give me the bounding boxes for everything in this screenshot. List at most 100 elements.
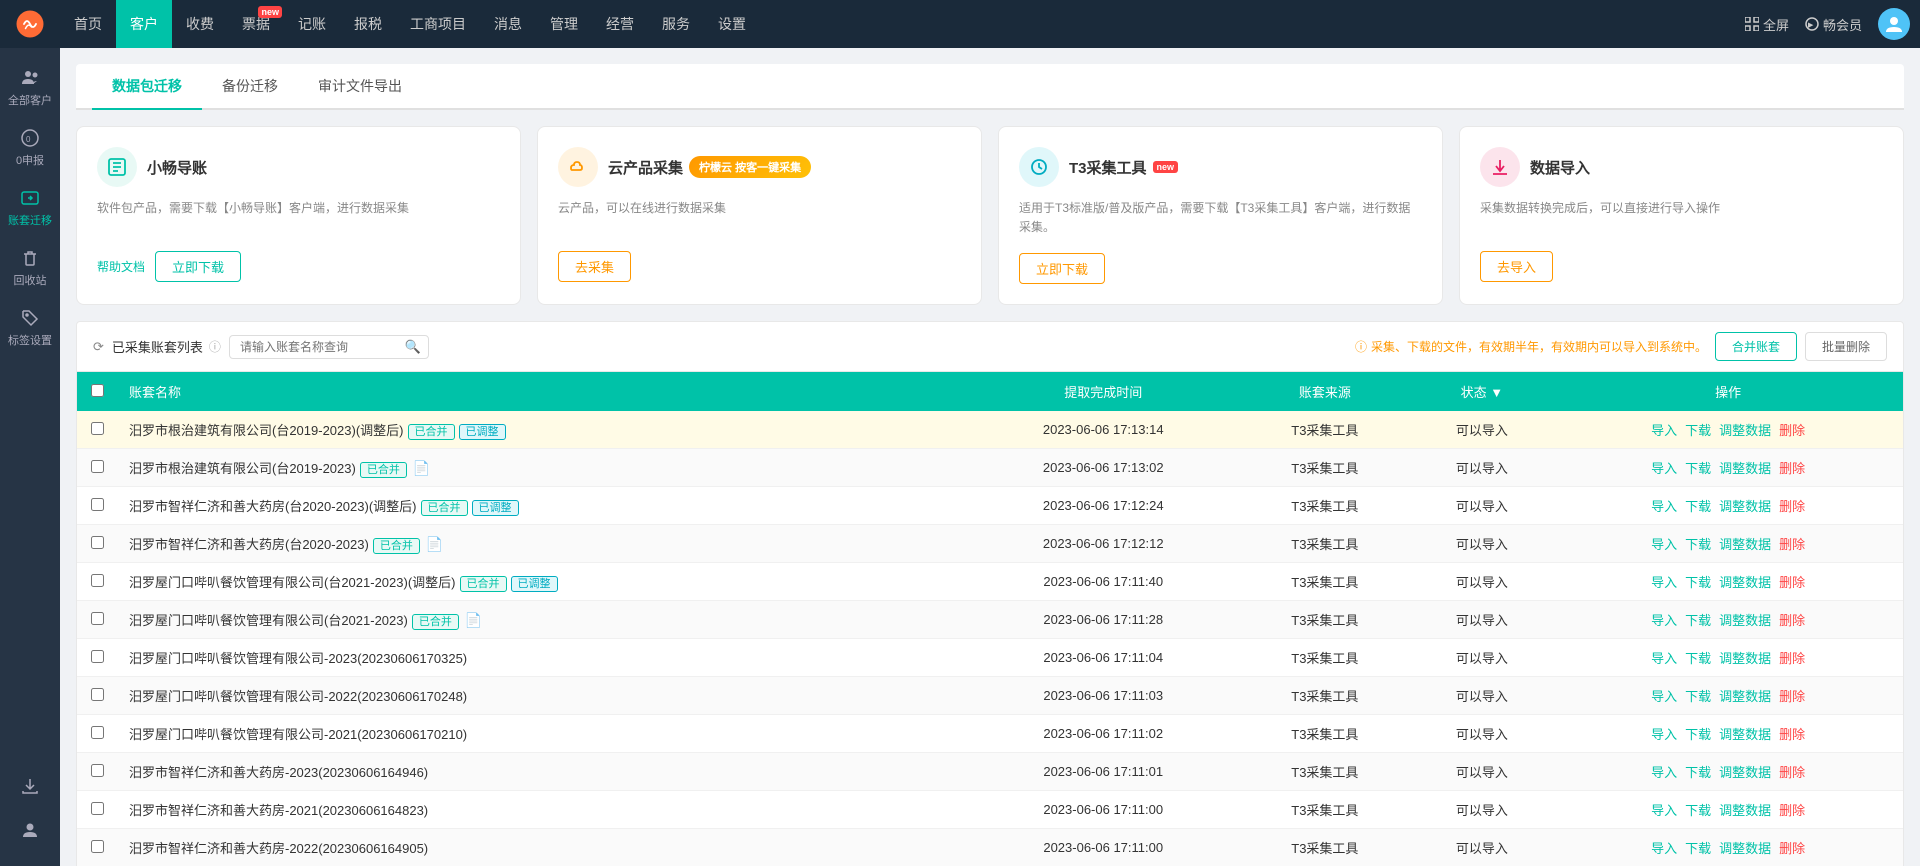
nav-home[interactable]: 首页 — [60, 0, 116, 48]
action-download[interactable]: 下载 — [1685, 651, 1711, 666]
nav-message[interactable]: 消息 — [480, 0, 536, 48]
action-adjust[interactable]: 调整数据 — [1719, 423, 1771, 438]
action-import[interactable]: 导入 — [1651, 461, 1677, 476]
action-adjust[interactable]: 调整数据 — [1719, 689, 1771, 704]
action-import[interactable]: 导入 — [1651, 537, 1677, 552]
action-download[interactable]: 下载 — [1685, 765, 1711, 780]
row-checkbox[interactable] — [91, 650, 104, 663]
btn-collect-cloud[interactable]: 去采集 — [558, 251, 631, 282]
row-checkbox[interactable] — [91, 764, 104, 777]
action-download[interactable]: 下载 — [1685, 575, 1711, 590]
action-adjust[interactable]: 调整数据 — [1719, 537, 1771, 552]
row-checkbox[interactable] — [91, 802, 104, 815]
row-checkbox[interactable] — [91, 574, 104, 587]
btn-merge-accounts[interactable]: 合并账套 — [1715, 332, 1797, 361]
tab-backup-migration[interactable]: 备份迁移 — [202, 64, 298, 110]
action-adjust[interactable]: 调整数据 — [1719, 727, 1771, 742]
nav-settings[interactable]: 设置 — [704, 0, 760, 48]
action-import[interactable]: 导入 — [1651, 803, 1677, 818]
help-icon[interactable]: ⓘ — [209, 338, 221, 355]
row-checkbox[interactable] — [91, 688, 104, 701]
action-delete[interactable]: 删除 — [1779, 499, 1805, 514]
action-adjust[interactable]: 调整数据 — [1719, 803, 1771, 818]
action-delete[interactable]: 删除 — [1779, 841, 1805, 856]
search-icon[interactable]: 🔍 — [405, 339, 421, 355]
row-checkbox[interactable] — [91, 460, 104, 473]
select-all-checkbox[interactable] — [91, 384, 104, 397]
action-delete[interactable]: 删除 — [1779, 727, 1805, 742]
sidebar-item-zero-report[interactable]: 0 0申报 — [0, 118, 60, 178]
action-import[interactable]: 导入 — [1651, 651, 1677, 666]
member-btn[interactable]: ▶ 畅会员 — [1805, 15, 1862, 34]
action-import[interactable]: 导入 — [1651, 613, 1677, 628]
row-checkbox[interactable] — [91, 536, 104, 549]
action-download[interactable]: 下载 — [1685, 423, 1711, 438]
sidebar-item-all-customers[interactable]: 全部客户 — [0, 58, 60, 118]
nav-manage[interactable]: 管理 — [536, 0, 592, 48]
action-download[interactable]: 下载 — [1685, 613, 1711, 628]
action-delete[interactable]: 删除 — [1779, 613, 1805, 628]
logo[interactable] — [10, 4, 50, 44]
nav-tax[interactable]: 报税 — [340, 0, 396, 48]
row-checkbox[interactable] — [91, 422, 104, 435]
action-delete[interactable]: 删除 — [1779, 689, 1805, 704]
user-avatar[interactable] — [1878, 8, 1910, 40]
fullscreen-btn[interactable]: 全屏 — [1745, 15, 1789, 34]
action-delete[interactable]: 删除 — [1779, 651, 1805, 666]
action-import[interactable]: 导入 — [1651, 765, 1677, 780]
nav-service[interactable]: 服务 — [648, 0, 704, 48]
action-adjust[interactable]: 调整数据 — [1719, 841, 1771, 856]
sidebar-item-account-migration[interactable]: 账套迁移 — [0, 178, 60, 238]
action-download[interactable]: 下载 — [1685, 537, 1711, 552]
action-delete[interactable]: 删除 — [1779, 537, 1805, 552]
nav-business[interactable]: 工商项目 — [396, 0, 480, 48]
sidebar-item-download[interactable] — [20, 766, 40, 806]
tab-audit-export[interactable]: 审计文件导出 — [298, 64, 422, 110]
nav-customer[interactable]: 客户 — [116, 0, 172, 48]
table-row-source: T3采集工具 — [1239, 753, 1410, 791]
action-download[interactable]: 下载 — [1685, 803, 1711, 818]
action-adjust[interactable]: 调整数据 — [1719, 765, 1771, 780]
action-import[interactable]: 导入 — [1651, 575, 1677, 590]
action-adjust[interactable]: 调整数据 — [1719, 651, 1771, 666]
action-download[interactable]: 下载 — [1685, 461, 1711, 476]
row-checkbox[interactable] — [91, 498, 104, 511]
row-checkbox[interactable] — [91, 726, 104, 739]
nav-fee[interactable]: 收费 — [172, 0, 228, 48]
btn-download-xiaochangdaozhang[interactable]: 立即下载 — [155, 251, 241, 282]
action-import[interactable]: 导入 — [1651, 423, 1677, 438]
sidebar-item-recycle-bin[interactable]: 回收站 — [0, 238, 60, 298]
action-adjust[interactable]: 调整数据 — [1719, 461, 1771, 476]
sidebar-item-user-settings[interactable] — [20, 810, 40, 850]
action-delete[interactable]: 删除 — [1779, 575, 1805, 590]
action-adjust[interactable]: 调整数据 — [1719, 613, 1771, 628]
action-delete[interactable]: 删除 — [1779, 461, 1805, 476]
action-download[interactable]: 下载 — [1685, 499, 1711, 514]
search-input[interactable] — [229, 335, 429, 359]
refresh-icon[interactable]: ⟳ — [93, 339, 104, 355]
nav-bookkeeping[interactable]: 记账 — [284, 0, 340, 48]
action-import[interactable]: 导入 — [1651, 499, 1677, 514]
row-checkbox[interactable] — [91, 840, 104, 853]
action-import[interactable]: 导入 — [1651, 841, 1677, 856]
action-delete[interactable]: 删除 — [1779, 765, 1805, 780]
action-import[interactable]: 导入 — [1651, 727, 1677, 742]
action-download[interactable]: 下载 — [1685, 841, 1711, 856]
action-adjust[interactable]: 调整数据 — [1719, 575, 1771, 590]
btn-go-import[interactable]: 去导入 — [1480, 251, 1553, 282]
action-delete[interactable]: 删除 — [1779, 423, 1805, 438]
card-link-help[interactable]: 帮助文档 — [97, 258, 145, 275]
nav-operation[interactable]: 经营 — [592, 0, 648, 48]
nav-invoice[interactable]: 票据new — [228, 0, 284, 48]
action-import[interactable]: 导入 — [1651, 689, 1677, 704]
table-row-source: T3采集工具 — [1239, 449, 1410, 487]
btn-download-t3[interactable]: 立即下载 — [1019, 253, 1105, 284]
action-adjust[interactable]: 调整数据 — [1719, 499, 1771, 514]
btn-delete-all[interactable]: 批量删除 — [1805, 332, 1887, 361]
row-checkbox[interactable] — [91, 612, 104, 625]
action-download[interactable]: 下载 — [1685, 689, 1711, 704]
tab-data-migration[interactable]: 数据包迁移 — [92, 64, 202, 110]
action-delete[interactable]: 删除 — [1779, 803, 1805, 818]
sidebar-item-tag-settings[interactable]: 标签设置 — [0, 298, 60, 358]
action-download[interactable]: 下载 — [1685, 727, 1711, 742]
